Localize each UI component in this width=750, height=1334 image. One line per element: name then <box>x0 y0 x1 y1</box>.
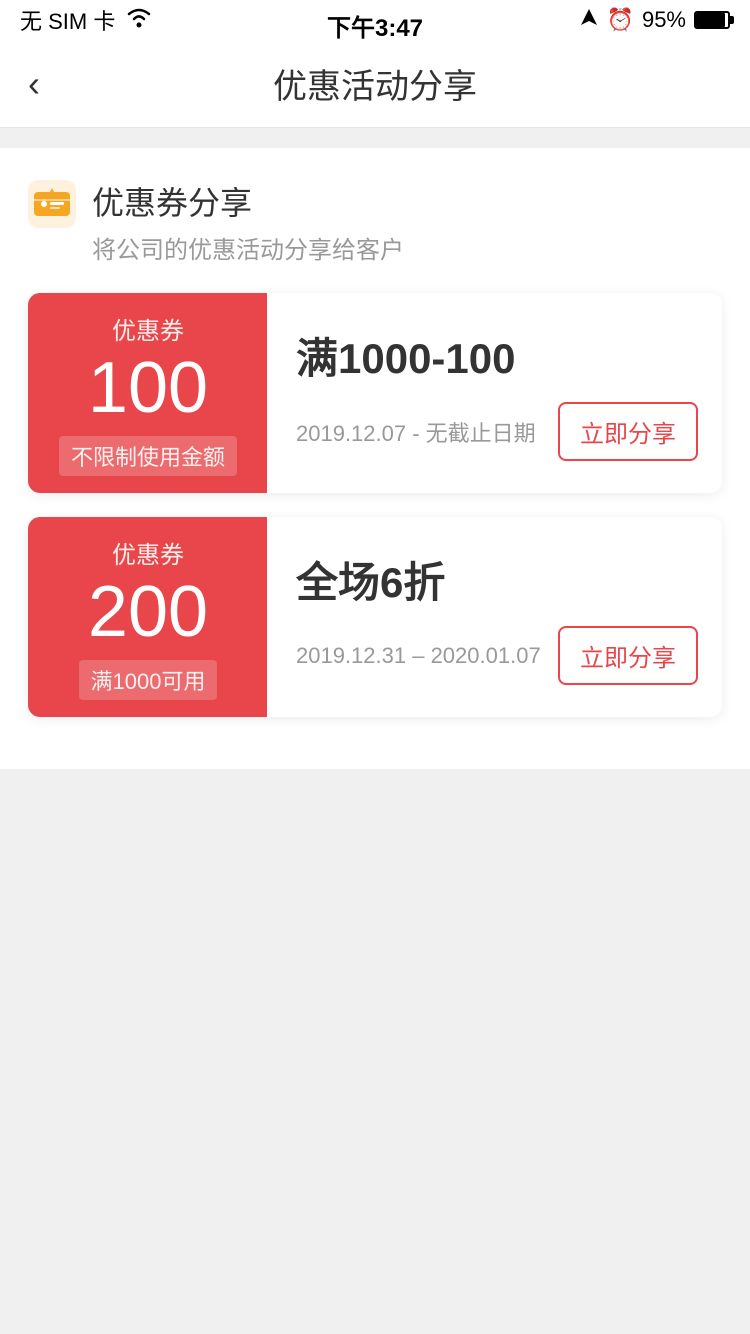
coupon-date-2: 2019.12.31 – 2020.01.07 <box>296 643 541 669</box>
coupon-amount-2: 200 <box>88 576 208 648</box>
section-text: 优惠券分享 将公司的优惠活动分享给客户 <box>92 178 404 265</box>
section-title: 优惠券分享 <box>92 178 404 224</box>
share-button-2[interactable]: 立即分享 <box>558 626 698 685</box>
status-left: 无 SIM 卡 <box>20 4 153 36</box>
top-separator <box>0 128 750 148</box>
section-icon <box>28 180 76 228</box>
coupon-card: 优惠券 100 不限制使用金额 满1000-100 2019.12.07 - 无… <box>28 293 722 493</box>
share-button-1[interactable]: 立即分享 <box>558 402 698 461</box>
wifi-icon <box>125 6 153 34</box>
coupon-restriction-1: 不限制使用金额 <box>59 436 237 476</box>
coupon-label-2: 优惠券 <box>112 535 184 570</box>
coupon-list: 优惠券 100 不限制使用金额 满1000-100 2019.12.07 - 无… <box>0 293 750 769</box>
coupon-title-2: 全场6折 <box>296 549 698 610</box>
coupon-restriction-2: 满1000可用 <box>79 660 218 700</box>
section-header: 优惠券分享 将公司的优惠活动分享给客户 <box>0 148 750 293</box>
location-icon <box>579 7 599 33</box>
status-right: ⏰ 95% <box>579 7 730 33</box>
empty-area <box>0 769 750 1319</box>
battery-percent: 95% <box>642 7 686 33</box>
coupon-meta-1: 2019.12.07 - 无截止日期 立即分享 <box>296 402 698 461</box>
nav-title: 优惠活动分享 <box>273 59 477 108</box>
coupon-label-1: 优惠券 <box>112 311 184 346</box>
back-button[interactable]: ‹ <box>28 63 40 105</box>
status-time: 下午3:47 <box>327 8 423 43</box>
coupon-title-1: 满1000-100 <box>296 325 698 386</box>
coupon-left-2: 优惠券 200 满1000可用 <box>28 517 268 717</box>
coupon-date-1: 2019.12.07 - 无截止日期 <box>296 416 536 448</box>
section-subtitle: 将公司的优惠活动分享给客户 <box>92 230 404 265</box>
coupon-right-1: 满1000-100 2019.12.07 - 无截止日期 立即分享 <box>268 293 722 493</box>
coupon-meta-2: 2019.12.31 – 2020.01.07 立即分享 <box>296 626 698 685</box>
coupon-card-2: 优惠券 200 满1000可用 全场6折 2019.12.31 – 2020.0… <box>28 517 722 717</box>
status-bar: 无 SIM 卡 下午3:47 ⏰ 95% <box>0 0 750 40</box>
carrier-label: 无 SIM 卡 <box>20 4 115 36</box>
battery-icon <box>694 11 730 29</box>
coupon-right-2: 全场6折 2019.12.31 – 2020.01.07 立即分享 <box>268 517 722 717</box>
coupon-left-1: 优惠券 100 不限制使用金额 <box>28 293 268 493</box>
coupon-amount-1: 100 <box>88 352 208 424</box>
nav-bar: ‹ 优惠活动分享 <box>0 40 750 128</box>
alarm-icon: ⏰ <box>607 7 634 33</box>
